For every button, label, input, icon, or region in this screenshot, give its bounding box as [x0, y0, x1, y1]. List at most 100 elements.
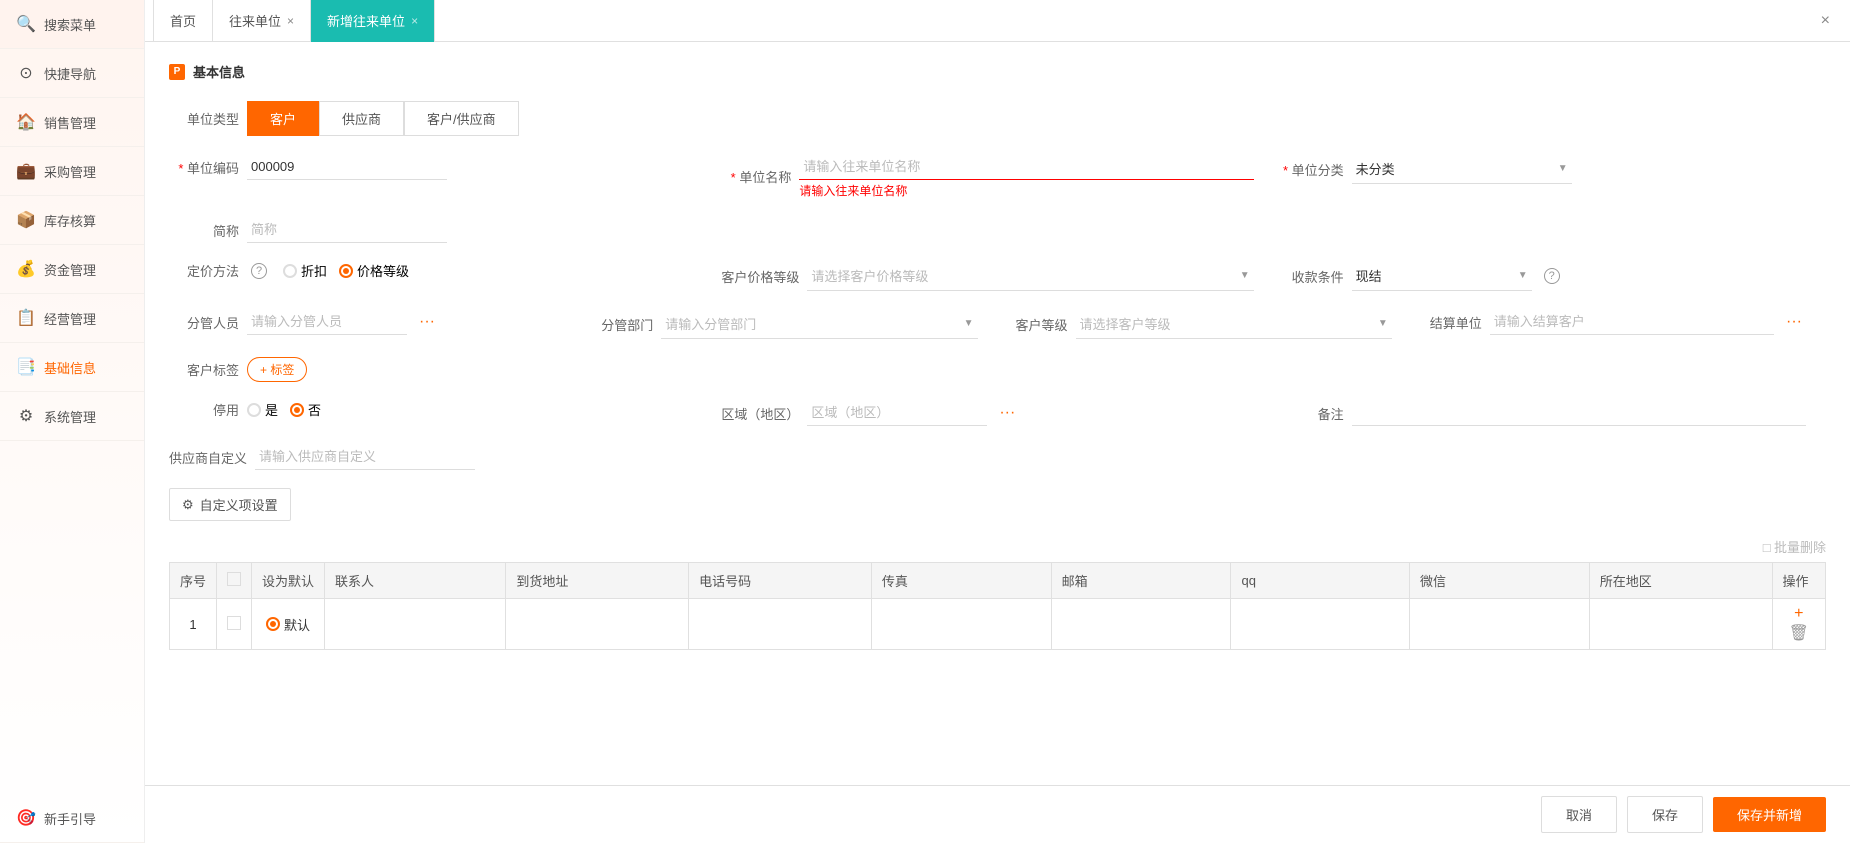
customer-price-level-select[interactable]: 请选择客户价格等级 ▼: [807, 261, 1253, 291]
supplier-custom-field: 供应商自定义: [169, 444, 1826, 470]
unit-code-input[interactable]: [247, 154, 447, 180]
unit-type-group: 客户 供应商 客户/供应商: [247, 101, 519, 136]
sidebar-item-system[interactable]: ⚙ 系统管理: [0, 392, 144, 441]
col-fax: 传真: [871, 563, 1051, 599]
manager-input[interactable]: [247, 309, 407, 335]
sidebar-label-system: 系统管理: [44, 407, 96, 426]
save-button[interactable]: 保存: [1627, 796, 1703, 833]
custom-settings-button[interactable]: ⚙ 自定义项设置: [169, 488, 291, 521]
cancel-button[interactable]: 取消: [1541, 796, 1617, 833]
address-input[interactable]: [516, 617, 678, 632]
unit-code-field: 单位编码: [169, 154, 721, 180]
disable-yes-radio: [247, 403, 261, 417]
unit-category-label: 单位分类: [1274, 160, 1344, 179]
contact-input[interactable]: [335, 617, 495, 632]
sidebar-item-finance[interactable]: 💰 资金管理: [0, 245, 144, 294]
row-seq: 1: [170, 599, 217, 650]
manager-dots-button[interactable]: ···: [415, 313, 439, 331]
settlement-dots-button[interactable]: ···: [1782, 313, 1806, 331]
row-region[interactable]: [1589, 599, 1772, 650]
sidebar-label-search: 搜索菜单: [44, 15, 96, 34]
department-select[interactable]: 请输入分管部门 ▼: [661, 309, 977, 339]
row-email[interactable]: [1051, 599, 1231, 650]
sidebar-item-sales[interactable]: 🏠 销售管理: [0, 98, 144, 147]
row-qq[interactable]: [1231, 599, 1409, 650]
table-header-row: 序号 设为默认 联系人 到货地址 电话号码 传真 邮箱 qq 微信 所在地区 操…: [170, 563, 1826, 599]
unit-category-value: 未分类: [1356, 159, 1554, 178]
type-btn-both[interactable]: 客户/供应商: [404, 101, 519, 136]
disable-no-option[interactable]: 否: [290, 400, 321, 419]
fax-input[interactable]: [882, 617, 1041, 632]
sidebar-item-basic[interactable]: 📑 基础信息: [0, 343, 144, 392]
wechat-input[interactable]: [1420, 617, 1579, 632]
type-btn-customer[interactable]: 客户: [247, 101, 319, 136]
row-delete-button[interactable]: 🗑: [1789, 623, 1809, 643]
remark-field: 备注: [1274, 400, 1826, 426]
region-dots-button[interactable]: ···: [995, 404, 1019, 422]
global-close-button[interactable]: ×: [1809, 12, 1842, 30]
phone-input[interactable]: [699, 617, 861, 632]
batch-delete-button[interactable]: □ 批量删除: [169, 537, 1826, 556]
tab-partners[interactable]: 往来单位 ×: [213, 0, 311, 42]
region-input[interactable]: [807, 400, 987, 426]
sidebar-item-inventory[interactable]: 📦 库存核算: [0, 196, 144, 245]
unit-category-select[interactable]: 未分类 ▼: [1352, 154, 1572, 184]
purchase-icon: 💼: [16, 161, 36, 181]
settlement-unit-input[interactable]: [1490, 309, 1774, 335]
row-fax[interactable]: [871, 599, 1051, 650]
pricing-discount-option[interactable]: 折扣: [283, 261, 327, 280]
customer-level-arrow-icon: ▼: [1378, 318, 1388, 329]
remark-input[interactable]: [1352, 400, 1806, 426]
tab-new-partner[interactable]: 新增往来单位 ×: [311, 0, 435, 42]
row-add-button[interactable]: +: [1794, 605, 1803, 623]
row-phone[interactable]: [689, 599, 872, 650]
row-checkbox-cell: [217, 599, 252, 650]
email-input[interactable]: [1062, 617, 1221, 632]
supplier-custom-input[interactable]: [255, 444, 475, 470]
sidebar-label-quick: 快捷导航: [44, 64, 96, 83]
unit-name-input[interactable]: [799, 154, 1253, 180]
type-btn-supplier[interactable]: 供应商: [319, 101, 404, 136]
disable-yes-option[interactable]: 是: [247, 400, 278, 419]
row-wechat[interactable]: [1409, 599, 1589, 650]
payment-terms-help-icon[interactable]: ?: [1544, 268, 1560, 284]
payment-terms-select[interactable]: 现结 ▼: [1352, 261, 1532, 291]
supplier-custom-row: 供应商自定义: [169, 444, 1826, 470]
sidebar-item-purchase[interactable]: 💼 采购管理: [0, 147, 144, 196]
pricing-help-icon[interactable]: ?: [251, 263, 267, 279]
sidebar-item-operations[interactable]: 📋 经营管理: [0, 294, 144, 343]
unit-type-field: 单位类型 客户 供应商 客户/供应商: [169, 101, 1826, 136]
pricing-level-option[interactable]: 价格等级: [339, 261, 409, 280]
qq-input[interactable]: [1241, 617, 1398, 632]
add-tag-button[interactable]: + 标签: [247, 357, 307, 382]
region-table-input[interactable]: [1600, 617, 1762, 632]
tab-home[interactable]: 首页: [153, 0, 213, 42]
section-header-basic: P 基本信息: [169, 62, 1826, 81]
sidebar-item-search[interactable]: 🔍 搜索菜单: [0, 0, 144, 49]
customer-level-label: 客户等级: [998, 315, 1068, 334]
chevron-down-icon3: ▼: [1518, 270, 1528, 281]
customer-level-select[interactable]: 请选择客户等级 ▼: [1076, 309, 1392, 339]
tab-new-partner-close[interactable]: ×: [411, 14, 418, 28]
disable-region-row: 停用 是 否 区域（地区） ··· 备注: [169, 400, 1826, 426]
select-all-checkbox[interactable]: [227, 572, 241, 586]
customer-level-field: 客户等级 请选择客户等级 ▼: [998, 309, 1412, 339]
save-new-button[interactable]: 保存并新增: [1713, 797, 1826, 832]
disable-yes-label: 是: [265, 400, 278, 419]
sidebar: 🔍 搜索菜单 ⊙ 快捷导航 🏠 销售管理 💼 采购管理 📦 库存核算 💰 资金管…: [0, 0, 145, 843]
department-field: 分管部门 请输入分管部门 ▼: [583, 309, 997, 339]
disable-radio-group: 是 否: [247, 400, 321, 419]
row-default-option[interactable]: 默认: [262, 615, 314, 634]
row-checkbox[interactable]: [227, 616, 241, 630]
sidebar-label-sales: 销售管理: [44, 113, 96, 132]
row-address[interactable]: [506, 599, 689, 650]
col-address: 到货地址: [506, 563, 689, 599]
unit-code-label: 单位编码: [169, 158, 239, 177]
tab-partners-close[interactable]: ×: [287, 14, 294, 28]
chevron-down-icon: ▼: [1558, 163, 1568, 174]
col-wechat: 微信: [1409, 563, 1589, 599]
sidebar-item-guide[interactable]: 🎯 新手引导: [0, 794, 144, 843]
row-contact[interactable]: [325, 599, 506, 650]
short-name-input[interactable]: [247, 217, 447, 243]
sidebar-item-quick[interactable]: ⊙ 快捷导航: [0, 49, 144, 98]
